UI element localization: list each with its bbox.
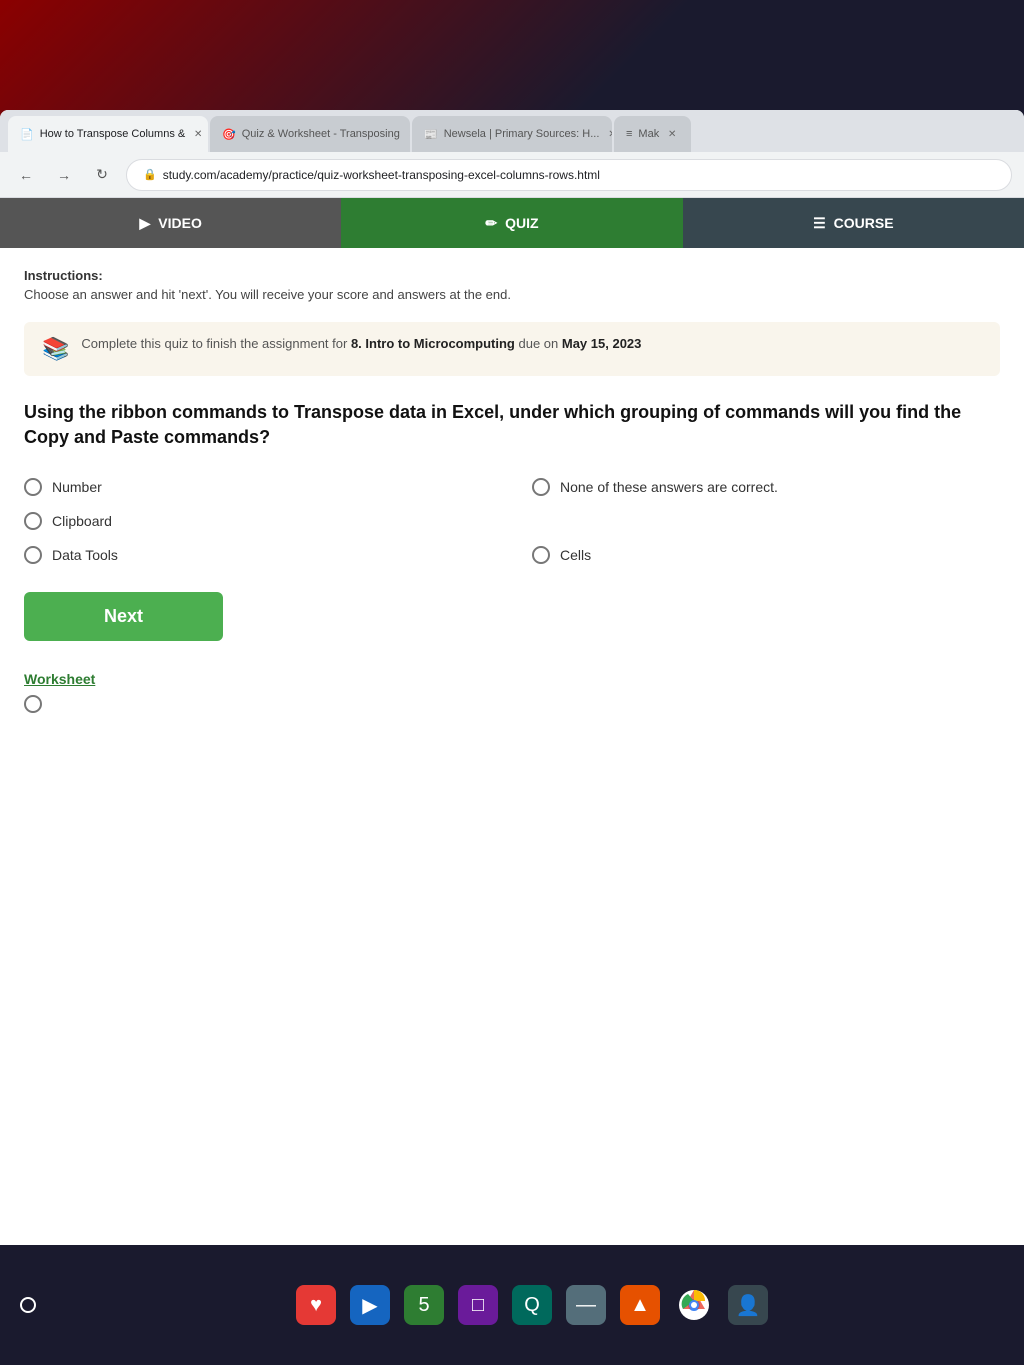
- taskbar-icon-1[interactable]: ♥: [296, 1285, 336, 1325]
- option-datatools[interactable]: Data Tools: [24, 546, 492, 564]
- quiz-label: Quiz: [505, 215, 538, 231]
- tab4-label: Mak: [638, 128, 659, 140]
- assignment-icon: 📚: [42, 336, 69, 362]
- course-icon: ☰: [813, 215, 826, 232]
- option-cells[interactable]: Cells: [532, 546, 1000, 564]
- taskbar: ♥ ▶ 5 □ Q — ▲ 👤: [0, 1245, 1024, 1365]
- forward-button[interactable]: →: [50, 161, 78, 189]
- radio-clipboard[interactable]: [24, 512, 42, 530]
- right-column-empty: [532, 512, 1000, 530]
- video-label: Video: [158, 215, 202, 231]
- right-column-cells: Cells: [532, 546, 1000, 564]
- browser-window: 📄 How to Transpose Columns & ✕ 🎯 Quiz & …: [0, 110, 1024, 1365]
- tab3-close[interactable]: ✕: [605, 127, 612, 141]
- taskbar-icon-5[interactable]: Q: [512, 1285, 552, 1325]
- option-datatools-label: Data Tools: [52, 547, 118, 563]
- nav-tabs: ▶ Video ✏ Quiz ☰ Course: [0, 198, 1024, 248]
- back-button[interactable]: ←: [12, 161, 40, 189]
- taskbar-icon-profile[interactable]: 👤: [728, 1285, 768, 1325]
- taskbar-icon-7[interactable]: ▲: [620, 1285, 660, 1325]
- option-clipboard-label: Clipboard: [52, 513, 112, 529]
- radio-cells[interactable]: [532, 546, 550, 564]
- tab3[interactable]: 📰 Newsela | Primary Sources: H... ✕: [412, 116, 612, 152]
- lock-icon: 🔒: [143, 168, 157, 181]
- url-text: study.com/academy/practice/quiz-workshee…: [163, 168, 600, 182]
- option-number[interactable]: Number: [24, 478, 492, 496]
- assignment-text: Complete this quiz to finish the assignm…: [81, 336, 641, 351]
- tab3-icon: 📰: [424, 128, 438, 141]
- option-cells-label: Cells: [560, 547, 591, 563]
- nav-tab-video[interactable]: ▶ Video: [0, 198, 341, 248]
- option-clipboard[interactable]: Clipboard: [24, 512, 492, 530]
- tab2-close[interactable]: ✕: [406, 127, 410, 141]
- radio-datatools[interactable]: [24, 546, 42, 564]
- taskbar-icon-3[interactable]: 5: [404, 1285, 444, 1325]
- left-column-clipboard: Clipboard: [24, 512, 492, 530]
- tab1-close[interactable]: ✕: [191, 127, 205, 141]
- course-label: Course: [834, 215, 894, 231]
- instructions-label: Instructions:: [24, 268, 1000, 283]
- next-button[interactable]: Next: [24, 592, 223, 641]
- address-bar: ← → ↻ 🔒 study.com/academy/practice/quiz-…: [0, 152, 1024, 198]
- option-none-label: None of these answers are correct.: [560, 479, 778, 495]
- taskbar-icon-2[interactable]: ▶: [350, 1285, 390, 1325]
- tab2-icon: 🎯: [222, 128, 236, 141]
- right-column-top: None of these answers are correct.: [532, 478, 1000, 496]
- taskbar-circle: [20, 1297, 36, 1313]
- taskbar-icon-chrome[interactable]: [674, 1285, 714, 1325]
- option-none[interactable]: None of these answers are correct.: [532, 478, 1000, 496]
- option-number-label: Number: [52, 479, 102, 495]
- tab1-label: How to Transpose Columns &: [40, 128, 186, 140]
- refresh-button[interactable]: ↻: [88, 161, 116, 189]
- worksheet-radio: [24, 695, 1000, 718]
- worksheet-link[interactable]: Worksheet: [24, 671, 1000, 687]
- tab4[interactable]: ≡ Mak ✕: [614, 116, 691, 152]
- nav-tab-quiz[interactable]: ✏ Quiz: [341, 198, 682, 248]
- radio-number[interactable]: [24, 478, 42, 496]
- nav-tab-course[interactable]: ☰ Course: [683, 198, 1024, 248]
- options-grid: Number None of these answers are correct…: [24, 478, 1000, 564]
- assignment-notice: 📚 Complete this quiz to finish the assig…: [24, 322, 1000, 376]
- tab-active[interactable]: 📄 How to Transpose Columns & ✕: [8, 116, 208, 152]
- quiz-body: Instructions: Choose an answer and hit '…: [0, 248, 1024, 738]
- video-icon: ▶: [139, 215, 150, 232]
- quiz-icon: ✏: [485, 215, 497, 232]
- left-column: Number: [24, 478, 492, 496]
- tab2[interactable]: 🎯 Quiz & Worksheet - Transposing ✕: [210, 116, 410, 152]
- tab3-label: Newsela | Primary Sources: H...: [444, 128, 600, 140]
- url-bar[interactable]: 🔒 study.com/academy/practice/quiz-worksh…: [126, 159, 1012, 191]
- worksheet-radio-btn[interactable]: [24, 695, 42, 713]
- tab2-label: Quiz & Worksheet - Transposing: [242, 128, 400, 140]
- radio-none[interactable]: [532, 478, 550, 496]
- page-content: ▶ Video ✏ Quiz ☰ Course Instructions: Ch…: [0, 198, 1024, 1245]
- instructions-text: Choose an answer and hit 'next'. You wil…: [24, 287, 1000, 302]
- tab4-close[interactable]: ✕: [665, 127, 679, 141]
- tab4-icon: ≡: [626, 128, 632, 140]
- question-text: Using the ribbon commands to Transpose d…: [24, 400, 1000, 450]
- left-column-datatools: Data Tools: [24, 546, 492, 564]
- taskbar-icons: ♥ ▶ 5 □ Q — ▲ 👤: [60, 1285, 1004, 1325]
- tab1-icon: 📄: [20, 128, 34, 141]
- tab-bar: 📄 How to Transpose Columns & ✕ 🎯 Quiz & …: [0, 110, 1024, 152]
- taskbar-icon-6[interactable]: —: [566, 1285, 606, 1325]
- taskbar-icon-4[interactable]: □: [458, 1285, 498, 1325]
